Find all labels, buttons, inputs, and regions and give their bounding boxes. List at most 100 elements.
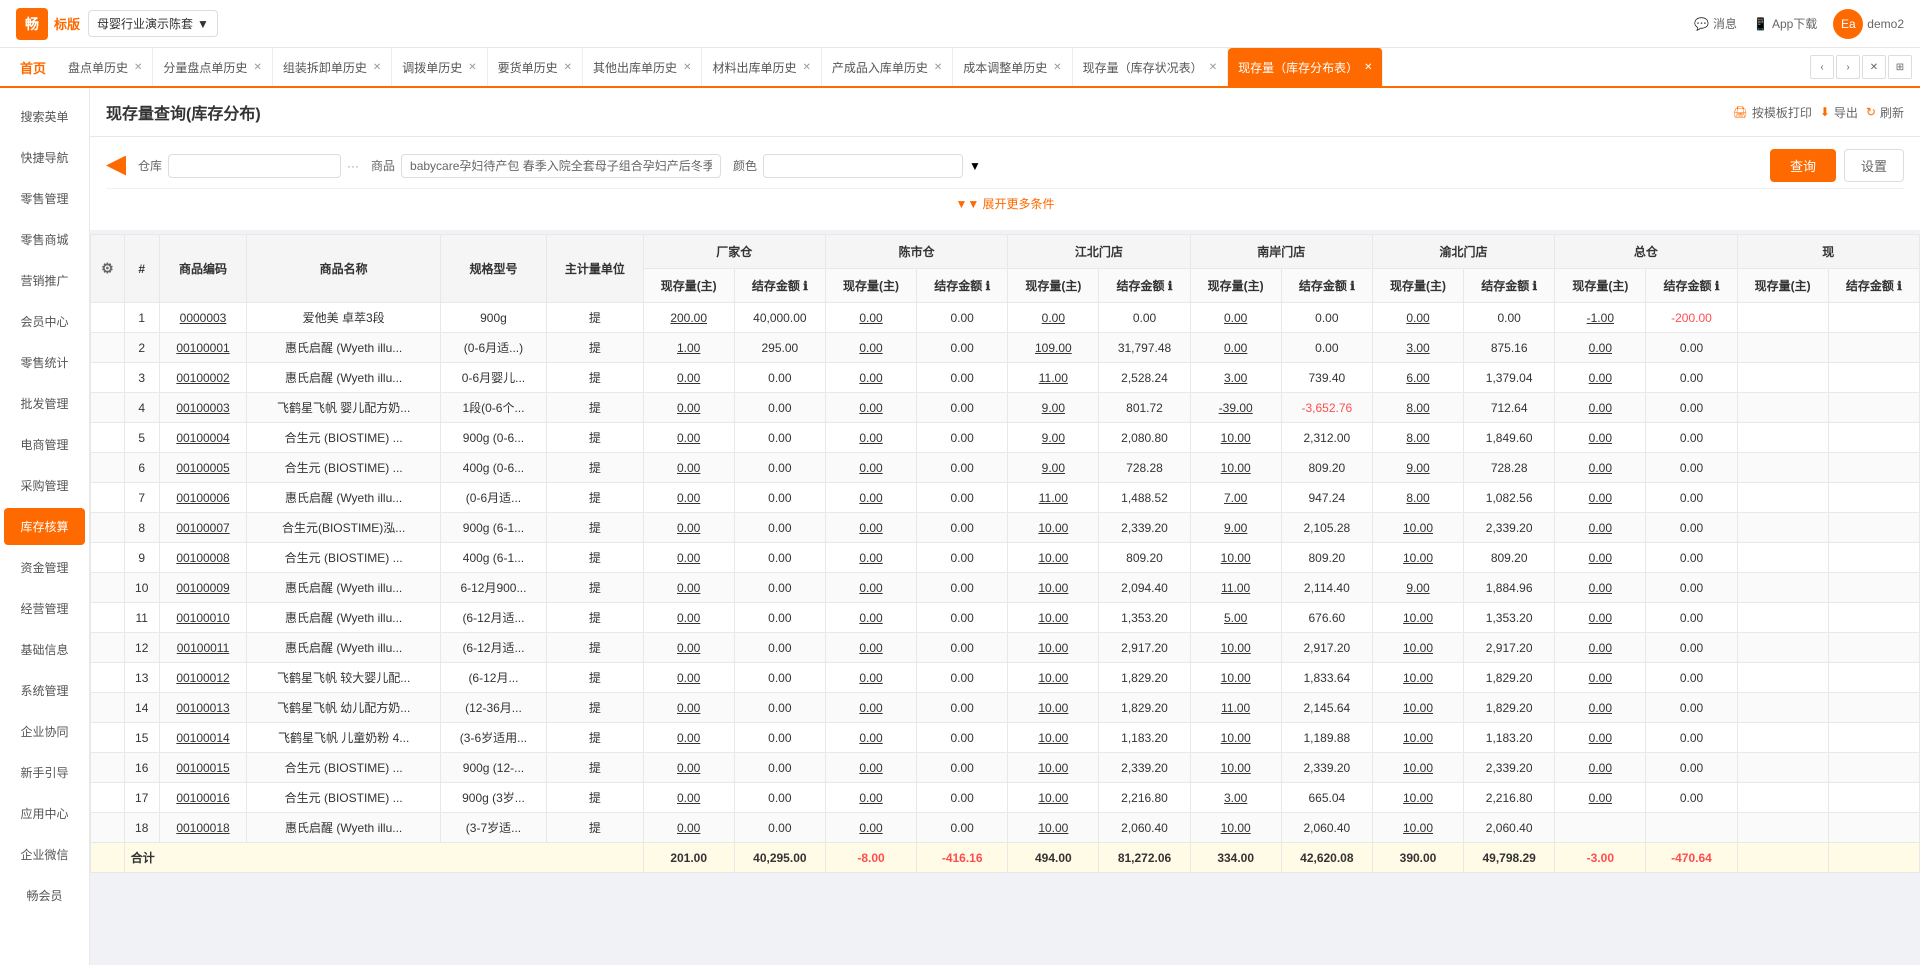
sidebar-item-9[interactable]: 采购管理 <box>4 467 85 504</box>
app-icon: 📱 <box>1753 17 1768 31</box>
nav-tab-1[interactable]: 分量盘点单历史✕ <box>153 48 272 86</box>
nav-tab-close[interactable]: ✕ <box>1053 62 1061 73</box>
nav-close-btn[interactable]: ✕ <box>1862 55 1886 79</box>
cell-extra-balance <box>1828 813 1919 843</box>
nav-tab-9[interactable]: 现存量（库存状况表） ✕ <box>1073 48 1228 86</box>
nav-tab-7[interactable]: 产成品入库单历史✕ <box>822 48 953 86</box>
sidebar-item-1[interactable]: 快捷导航 <box>4 139 85 176</box>
settings-button[interactable]: 设置 <box>1844 149 1904 182</box>
nav-expand-btn[interactable]: ⊞ <box>1888 55 1912 79</box>
total-jiangbei-stock: 494.00 <box>1008 843 1099 873</box>
cell-name: 惠氏启醒 (Wyeth illu... <box>247 633 440 663</box>
nav-tab-3[interactable]: 调拨单历史✕ <box>392 48 487 86</box>
nav-tab-6[interactable]: 材料出库单历史✕ <box>702 48 821 86</box>
nav-next-btn[interactable]: › <box>1836 55 1860 79</box>
cell-settings[interactable] <box>91 753 125 783</box>
sidebar-item-0[interactable]: 搜索英单 <box>4 98 85 135</box>
cell-jiangbei-balance: 801.72 <box>1099 393 1190 423</box>
nav-tab-close[interactable]: ✕ <box>802 62 810 73</box>
nav-tab-close[interactable]: ✕ <box>468 62 476 73</box>
sidebar-item-17[interactable]: 应用中心 <box>4 795 85 832</box>
cell-settings[interactable] <box>91 423 125 453</box>
cell-spec: 900g (0-6... <box>440 423 546 453</box>
nav-tab-close[interactable]: ✕ <box>253 62 261 73</box>
cell-settings[interactable] <box>91 393 125 423</box>
nav-tab-label: 现存量（库存状况表） <box>1083 59 1203 76</box>
color-input[interactable] <box>763 154 963 178</box>
cell-settings[interactable] <box>91 723 125 753</box>
cell-settings[interactable] <box>91 543 125 573</box>
sidebar-item-7[interactable]: 批发管理 <box>4 385 85 422</box>
message-label: 消息 <box>1713 15 1737 32</box>
refresh-label: 刷新 <box>1880 104 1904 121</box>
cell-settings[interactable] <box>91 693 125 723</box>
sidebar-item-15[interactable]: 企业协同 <box>4 713 85 750</box>
nav-tab-close[interactable]: ✕ <box>934 62 942 73</box>
sidebar-item-18[interactable]: 企业微信 <box>4 836 85 873</box>
cell-unit: 提 <box>547 393 644 423</box>
sidebar-item-3[interactable]: 零售商城 <box>4 221 85 258</box>
sidebar-item-10[interactable]: 库存核算 <box>4 508 85 545</box>
nav-tab-5[interactable]: 其他出库单历史✕ <box>583 48 702 86</box>
nav-tab-close[interactable]: ✕ <box>1209 62 1217 73</box>
print-btn[interactable]: 🖨 按模板打印 <box>1733 104 1812 121</box>
sidebar-item-16[interactable]: 新手引导 <box>4 754 85 791</box>
goods-input[interactable] <box>401 154 721 178</box>
sidebar-item-19[interactable]: 畅会员 <box>4 877 85 914</box>
export-btn[interactable]: ⬇ 导出 <box>1820 104 1858 121</box>
cell-total-balance: 0.00 <box>1646 363 1737 393</box>
cell-settings[interactable] <box>91 453 125 483</box>
nav-tab-close[interactable]: ✕ <box>1364 62 1372 73</box>
cell-settings[interactable] <box>91 663 125 693</box>
table-row: 5 00100004 合生元 (BIOSTIME) ... 900g (0-6.… <box>91 423 1920 453</box>
cell-settings[interactable] <box>91 333 125 363</box>
cell-name: 惠氏启醒 (Wyeth illu... <box>247 363 440 393</box>
sidebar-item-11[interactable]: 资金管理 <box>4 549 85 586</box>
query-button[interactable]: 查询 <box>1770 149 1836 182</box>
cell-settings[interactable] <box>91 783 125 813</box>
expand-conditions-btn[interactable]: ▼▼ 展开更多条件 <box>106 188 1904 218</box>
nav-tab-close[interactable]: ✕ <box>373 62 381 73</box>
sidebar-item-14[interactable]: 系统管理 <box>4 672 85 709</box>
cell-yuanbei-balance: 1,379.04 <box>1464 363 1555 393</box>
nav-tab-close[interactable]: ✕ <box>134 62 142 73</box>
cell-jiangbei-balance: 1,183.20 <box>1099 723 1190 753</box>
nav-home[interactable]: 首页 <box>8 58 58 77</box>
collapse-arrow[interactable] <box>106 156 126 176</box>
sidebar-item-8[interactable]: 电商管理 <box>4 426 85 463</box>
nav-tab-2[interactable]: 组装拆卸单历史✕ <box>273 48 392 86</box>
cell-settings[interactable] <box>91 603 125 633</box>
cell-settings[interactable] <box>91 303 125 333</box>
sidebar-item-5[interactable]: 会员中心 <box>4 303 85 340</box>
nav-tab-4[interactable]: 要货单历史✕ <box>488 48 583 86</box>
nav-tab-8[interactable]: 成本调整单历史✕ <box>953 48 1072 86</box>
cell-nanao-balance: 2,105.28 <box>1281 513 1372 543</box>
app-download-btn[interactable]: 📱 App下载 <box>1753 15 1817 32</box>
nav-tab-10[interactable]: 现存量（库存分布表）✕ <box>1228 48 1383 86</box>
sidebar-item-12[interactable]: 经营管理 <box>4 590 85 627</box>
user-area[interactable]: Ea demo2 <box>1833 9 1904 39</box>
cell-settings[interactable] <box>91 813 125 843</box>
warehouse-input[interactable] <box>168 154 341 178</box>
cell-extra-balance <box>1828 483 1919 513</box>
sidebar-item-2[interactable]: 零售管理 <box>4 180 85 217</box>
sidebar-item-4[interactable]: 营销推广 <box>4 262 85 299</box>
message-btn[interactable]: 💬 消息 <box>1694 15 1737 32</box>
nav-tab-0[interactable]: 盘点单历史✕ <box>58 48 153 86</box>
sidebar-item-13[interactable]: 基础信息 <box>4 631 85 668</box>
org-selector[interactable]: 母婴行业演示陈套 ▼ <box>88 10 218 37</box>
nav-tab-close[interactable]: ✕ <box>564 62 572 73</box>
logo-text: 标版 <box>54 14 80 33</box>
cell-settings[interactable] <box>91 513 125 543</box>
cell-settings[interactable] <box>91 633 125 663</box>
sidebar-item-6[interactable]: 零售统计 <box>4 344 85 381</box>
cell-settings[interactable] <box>91 363 125 393</box>
cell-jiangbei-balance: 1,488.52 <box>1099 483 1190 513</box>
nav-prev-btn[interactable]: ‹ <box>1810 55 1834 79</box>
nav-tab-close[interactable]: ✕ <box>683 62 691 73</box>
cell-chen-stock: 0.00 <box>825 723 916 753</box>
cell-settings[interactable] <box>91 573 125 603</box>
th-settings[interactable]: ⚙ <box>91 235 125 303</box>
refresh-btn[interactable]: ↻ 刷新 <box>1866 104 1904 121</box>
cell-settings[interactable] <box>91 483 125 513</box>
